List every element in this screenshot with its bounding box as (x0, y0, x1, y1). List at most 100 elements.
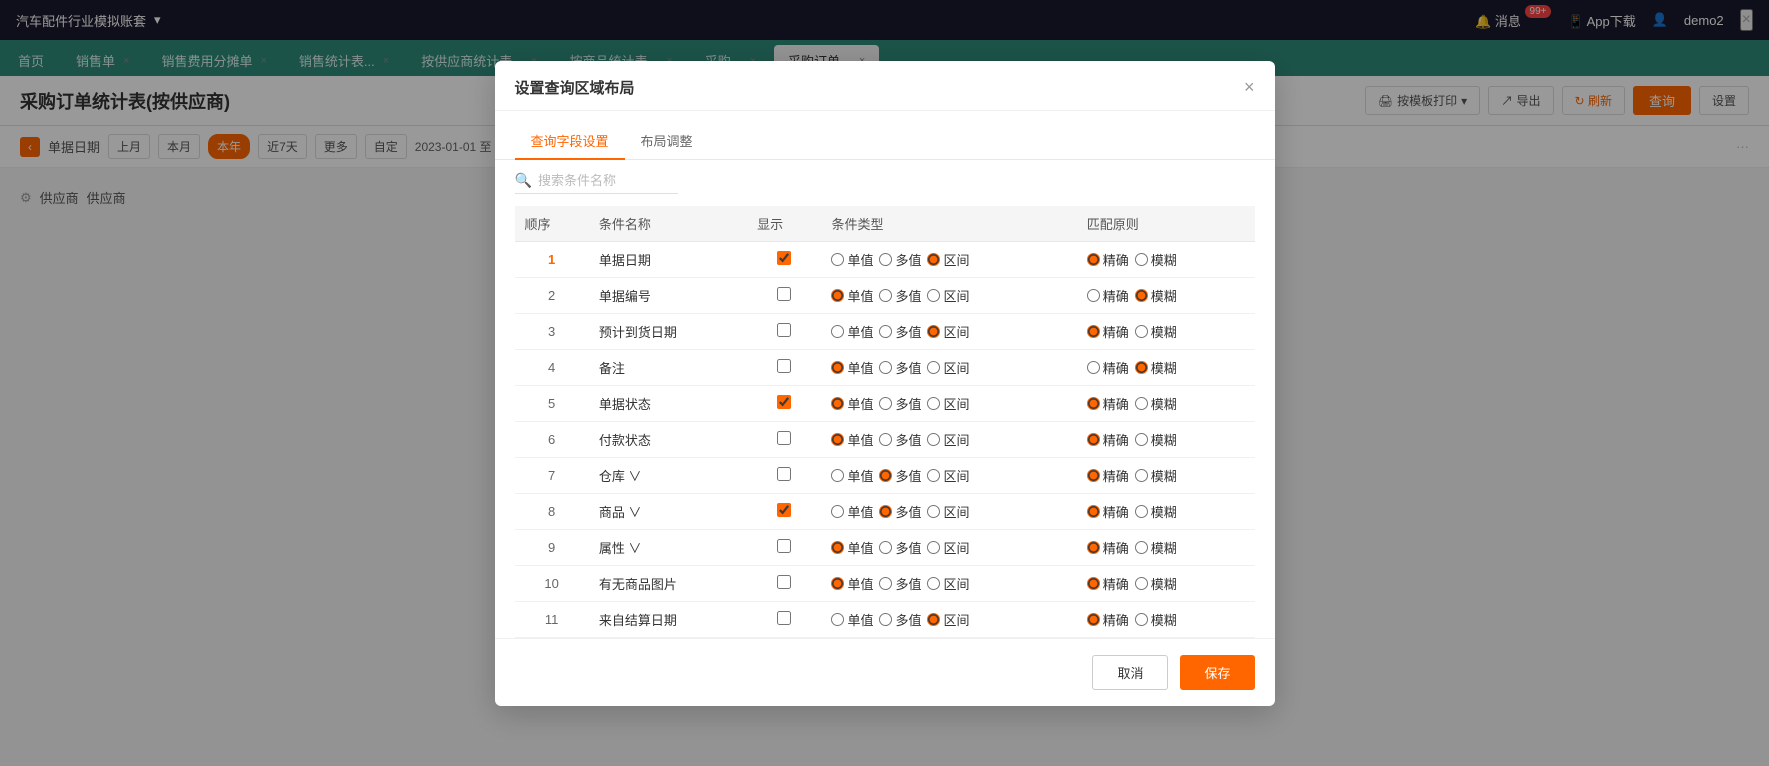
display-checkbox[interactable] (777, 467, 791, 481)
type-radio-区间[interactable]: 区间 (927, 502, 969, 521)
order-cell: 3 (515, 313, 589, 349)
type-radio-多值[interactable]: 多值 (879, 286, 921, 305)
type-radio-区间[interactable]: 区间 (927, 538, 969, 557)
type-radio-区间[interactable]: 区间 (927, 286, 969, 305)
match-radio-精确[interactable]: 精确 (1087, 574, 1129, 593)
match-radio-精确[interactable]: 精确 (1087, 430, 1129, 449)
order-cell: 1 (515, 241, 589, 277)
match-radio-精确[interactable]: 精确 (1087, 358, 1129, 377)
type-radio-单值[interactable]: 单值 (831, 430, 873, 449)
match-radio-精确[interactable]: 精确 (1087, 286, 1129, 305)
type-radio-多值[interactable]: 多值 (879, 538, 921, 557)
match-radio-精确[interactable]: 精确 (1087, 538, 1129, 557)
type-radio-区间[interactable]: 区间 (927, 610, 969, 629)
match-radio-模糊[interactable]: 模糊 (1135, 322, 1177, 341)
type-radio-单值[interactable]: 单值 (831, 538, 873, 557)
match-radio-精确[interactable]: 精确 (1087, 502, 1129, 521)
match-radio-模糊[interactable]: 模糊 (1135, 574, 1177, 593)
display-cell (747, 241, 821, 277)
type-radio-单值[interactable]: 单值 (831, 610, 873, 629)
search-icon: 🔍 (515, 172, 532, 189)
display-cell (747, 277, 821, 313)
save-button[interactable]: 保存 (1180, 655, 1254, 690)
type-radio-多值[interactable]: 多值 (879, 394, 921, 413)
dialog-close-button[interactable]: × (1244, 77, 1255, 98)
type-radio-多值[interactable]: 多值 (879, 574, 921, 593)
match-radio-精确[interactable]: 精确 (1087, 250, 1129, 269)
display-checkbox[interactable] (777, 611, 791, 625)
display-cell (747, 421, 821, 457)
match-cell: 精确模糊 (1077, 457, 1255, 493)
match-radio-模糊[interactable]: 模糊 (1135, 358, 1177, 377)
match-cell: 精确模糊 (1077, 529, 1255, 565)
type-radio-单值[interactable]: 单值 (831, 502, 873, 521)
display-checkbox[interactable] (777, 539, 791, 553)
type-radio-多值[interactable]: 多值 (879, 322, 921, 341)
display-checkbox[interactable] (777, 251, 791, 265)
type-radio-多值[interactable]: 多值 (879, 358, 921, 377)
type-radio-单值[interactable]: 单值 (831, 358, 873, 377)
display-checkbox[interactable] (777, 575, 791, 589)
match-cell: 精确模糊 (1077, 565, 1255, 601)
type-radio-单值[interactable]: 单值 (831, 394, 873, 413)
name-cell: 属性 ∨ (589, 529, 747, 565)
name-cell: 来自结算日期 (589, 601, 747, 637)
type-radio-多值[interactable]: 多值 (879, 250, 921, 269)
display-cell (747, 493, 821, 529)
match-cell: 精确模糊 (1077, 277, 1255, 313)
match-cell: 精确模糊 (1077, 241, 1255, 277)
type-radio-多值[interactable]: 多值 (879, 610, 921, 629)
match-radio-模糊[interactable]: 模糊 (1135, 538, 1177, 557)
search-input[interactable] (538, 173, 678, 188)
match-radio-模糊[interactable]: 模糊 (1135, 286, 1177, 305)
type-radio-区间[interactable]: 区间 (927, 394, 969, 413)
display-checkbox[interactable] (777, 359, 791, 373)
name-cell: 备注 (589, 349, 747, 385)
type-radio-区间[interactable]: 区间 (927, 430, 969, 449)
order-cell: 8 (515, 493, 589, 529)
name-cell: 单据状态 (589, 385, 747, 421)
table-row: 5单据状态单值多值区间精确模糊 (515, 385, 1255, 421)
type-radio-区间[interactable]: 区间 (927, 250, 969, 269)
col-name: 条件名称 (589, 206, 747, 242)
type-cell: 单值多值区间 (821, 313, 1076, 349)
match-radio-模糊[interactable]: 模糊 (1135, 394, 1177, 413)
type-radio-区间[interactable]: 区间 (927, 574, 969, 593)
dialog-tab-fields[interactable]: 查询字段设置 (515, 123, 625, 160)
display-cell (747, 385, 821, 421)
type-radio-多值[interactable]: 多值 (879, 430, 921, 449)
table-row: 4备注单值多值区间精确模糊 (515, 349, 1255, 385)
cancel-button[interactable]: 取消 (1092, 655, 1168, 690)
match-radio-模糊[interactable]: 模糊 (1135, 502, 1177, 521)
type-cell: 单值多值区间 (821, 349, 1076, 385)
match-radio-模糊[interactable]: 模糊 (1135, 610, 1177, 629)
type-radio-区间[interactable]: 区间 (927, 358, 969, 377)
type-radio-单值[interactable]: 单值 (831, 286, 873, 305)
type-radio-单值[interactable]: 单值 (831, 250, 873, 269)
type-radio-多值[interactable]: 多值 (879, 502, 921, 521)
match-radio-精确[interactable]: 精确 (1087, 322, 1129, 341)
match-radio-精确[interactable]: 精确 (1087, 394, 1129, 413)
match-radio-模糊[interactable]: 模糊 (1135, 250, 1177, 269)
type-radio-单值[interactable]: 单值 (831, 574, 873, 593)
display-checkbox[interactable] (777, 323, 791, 337)
display-checkbox[interactable] (777, 503, 791, 517)
type-radio-单值[interactable]: 单值 (831, 466, 873, 485)
match-radio-模糊[interactable]: 模糊 (1135, 430, 1177, 449)
display-cell (747, 457, 821, 493)
display-checkbox[interactable] (777, 431, 791, 445)
conditions-table: 顺序 条件名称 显示 条件类型 匹配原则 1单据日期单值多值区间精确模糊2单据编… (515, 206, 1255, 638)
type-radio-多值[interactable]: 多值 (879, 466, 921, 485)
type-radio-区间[interactable]: 区间 (927, 466, 969, 485)
dialog-tabs: 查询字段设置 布局调整 (495, 111, 1275, 160)
display-checkbox[interactable] (777, 287, 791, 301)
match-radio-模糊[interactable]: 模糊 (1135, 466, 1177, 485)
dialog-tab-layout[interactable]: 布局调整 (625, 123, 709, 160)
type-radio-单值[interactable]: 单值 (831, 322, 873, 341)
match-radio-精确[interactable]: 精确 (1087, 610, 1129, 629)
match-radio-精确[interactable]: 精确 (1087, 466, 1129, 485)
match-cell: 精确模糊 (1077, 385, 1255, 421)
display-checkbox[interactable] (777, 395, 791, 409)
type-radio-区间[interactable]: 区间 (927, 322, 969, 341)
name-cell: 单据日期 (589, 241, 747, 277)
